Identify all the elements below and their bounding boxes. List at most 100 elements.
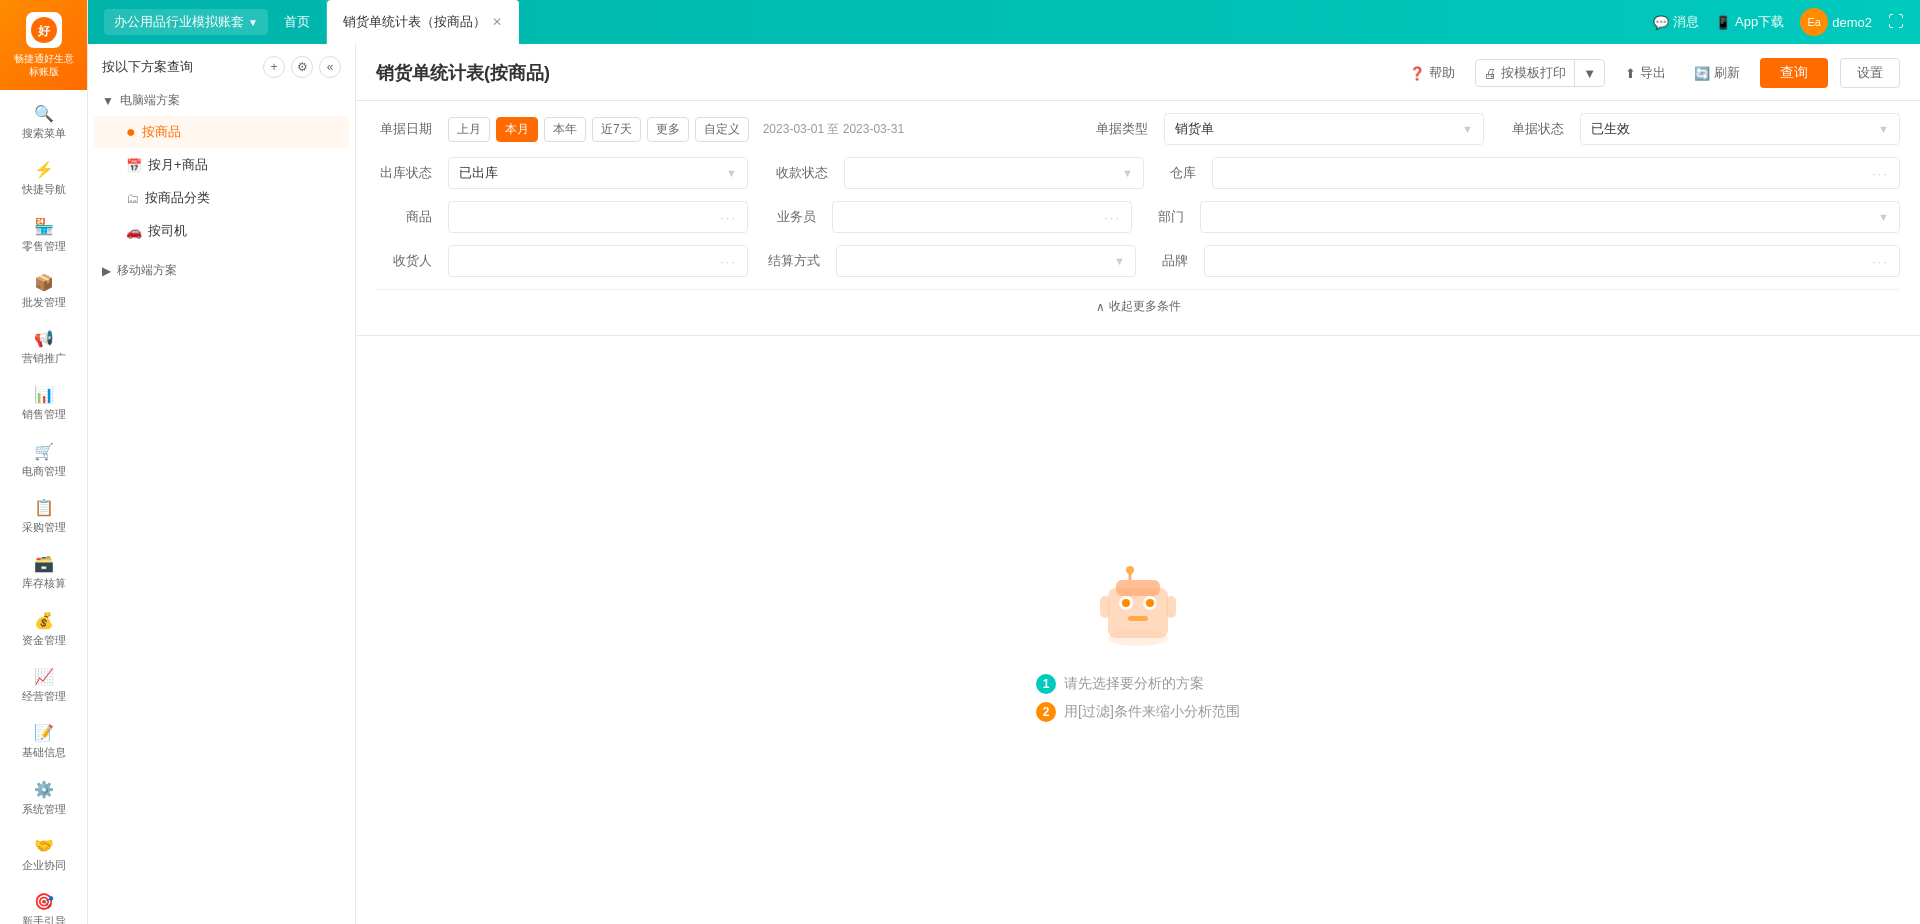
more-date-btn[interactable]: 更多: [647, 117, 689, 142]
sidebar-item-wholesale[interactable]: 📦 批发管理: [0, 263, 87, 319]
product-more-icon: ···: [720, 210, 737, 225]
pc-section-arrow: ▼: [102, 94, 114, 108]
chevron-down-icon: ▼: [248, 17, 258, 28]
maximize-icon[interactable]: ⛶: [1888, 13, 1904, 31]
brand-input[interactable]: ···: [1204, 245, 1900, 277]
help-btn[interactable]: ❓ 帮助: [1401, 60, 1463, 86]
settings-button[interactable]: 设置: [1840, 58, 1900, 88]
svg-text:好: 好: [37, 24, 51, 38]
sidebar-item-label-marketing: 营销推广: [22, 351, 66, 365]
logo-icon: 好: [26, 12, 62, 48]
template-print-btn[interactable]: 🖨 按模板打印: [1476, 60, 1575, 86]
add-scheme-btn[interactable]: +: [263, 56, 285, 78]
scheme-by-cashier[interactable]: 🚗 按司机: [94, 215, 349, 247]
panel-header-actions: + ⚙ «: [263, 56, 341, 78]
mobile-section-label: 移动端方案: [117, 262, 177, 279]
step-1-circle: 1: [1036, 674, 1056, 694]
app-selector[interactable]: 办公用品行业模拟账套 ▼: [104, 9, 268, 35]
sidebar-item-basic[interactable]: 📝 基础信息: [0, 713, 87, 769]
custom-date-btn[interactable]: 自定义: [695, 117, 749, 142]
settlement-label: 结算方式: [764, 252, 820, 270]
collapse-bar[interactable]: ∧ 收起更多条件: [376, 289, 1900, 323]
svg-point-13: [1126, 566, 1134, 574]
last-month-btn[interactable]: 上月: [448, 117, 490, 142]
empty-state: 1 请先选择要分析的方案 2 用[过滤]条件来缩小分析范围: [356, 336, 1920, 924]
topbar-right: 💬 消息 📱 App下载 Ea demo2 ⛶: [1653, 8, 1904, 36]
sidebar-item-guide[interactable]: 🎯 新手引导: [0, 882, 87, 924]
sidebar-item-label-enterprise: 企业协同: [22, 858, 66, 872]
out-status-field: 已出库 ▼: [448, 157, 748, 189]
scheme-by-month-label: 按月+商品: [148, 156, 208, 174]
consignee-input[interactable]: ···: [448, 245, 748, 277]
settlement-dropdown-icon: ▼: [1114, 255, 1125, 267]
svg-rect-9: [1128, 616, 1148, 621]
department-label: 部门: [1148, 208, 1184, 226]
message-btn[interactable]: 💬 消息: [1653, 13, 1699, 31]
sidebar-item-finance[interactable]: 💰 资金管理: [0, 601, 87, 657]
logo-area[interactable]: 好 畅捷通好生意 标账版: [0, 0, 87, 90]
sidebar-item-sales[interactable]: 📊 销售管理: [0, 375, 87, 431]
refresh-icon: 🔄: [1694, 66, 1710, 81]
sidebar-item-marketing[interactable]: 📢 营销推广: [0, 319, 87, 375]
last-7-days-btn[interactable]: 近7天: [592, 117, 641, 142]
sidebar-item-system[interactable]: ⚙️ 系统管理: [0, 770, 87, 826]
user-profile-btn[interactable]: Ea demo2: [1800, 8, 1872, 36]
refresh-btn[interactable]: 🔄 刷新: [1686, 60, 1748, 86]
print-icon: 🖨: [1484, 66, 1497, 81]
scheme-by-month-product[interactable]: 📅 按月+商品: [94, 149, 349, 181]
sidebar-item-ecommerce[interactable]: 🛒 电商管理: [0, 432, 87, 488]
download-icon: 📱: [1715, 15, 1731, 30]
brand-field: ···: [1204, 245, 1900, 277]
sidebar-item-quick-nav[interactable]: ⚡ 快捷导航: [0, 150, 87, 206]
scheme-by-category[interactable]: 🗂 按商品分类: [94, 182, 349, 214]
refresh-label: 刷新: [1714, 64, 1740, 82]
date-filter: 上月 本月 本年 近7天 更多 自定义 2023-03-01 至 2023-03…: [448, 117, 904, 142]
page-actions: ❓ 帮助 🖨 按模板打印 ▼ ⬆ 导出: [1401, 58, 1900, 88]
message-label: 消息: [1673, 13, 1699, 31]
sidebar-item-business[interactable]: 📈 经营管理: [0, 657, 87, 713]
current-year-btn[interactable]: 本年: [544, 117, 586, 142]
sidebar-item-inventory[interactable]: 🗃️ 库存核算: [0, 544, 87, 600]
tab-close-icon[interactable]: ✕: [492, 15, 502, 29]
app-download-btn[interactable]: 📱 App下载: [1715, 13, 1784, 31]
template-print-dropdown-btn[interactable]: ▼: [1575, 62, 1604, 85]
doc-status-value: 已生效: [1591, 120, 1630, 138]
payment-status-input[interactable]: ▼: [844, 157, 1144, 189]
brand-more-icon: ···: [1872, 254, 1889, 269]
tab-home[interactable]: 首页: [268, 0, 327, 44]
doc-type-field: 销货单 ▼: [1164, 113, 1484, 145]
out-status-input[interactable]: 已出库 ▼: [448, 157, 748, 189]
filter-row-3: 商品 ··· 业务员 ··· 部门: [376, 201, 1900, 233]
pc-section-header[interactable]: ▼ 电脑端方案: [88, 86, 355, 115]
salesperson-input[interactable]: ···: [832, 201, 1132, 233]
collapse-panel-btn[interactable]: «: [319, 56, 341, 78]
scheme-by-product[interactable]: ● 按商品: [94, 116, 349, 148]
tab-sales-summary[interactable]: 销货单统计表（按商品） ✕: [327, 0, 519, 44]
doc-status-input[interactable]: 已生效 ▼: [1580, 113, 1900, 145]
panel-title: 按以下方案查询: [102, 58, 193, 76]
query-button[interactable]: 查询: [1760, 58, 1828, 88]
topbar: 办公用品行业模拟账套 ▼ 首页 销货单统计表（按商品） ✕ 💬 消息 📱 App…: [88, 0, 1920, 44]
department-input[interactable]: ▼: [1200, 201, 1900, 233]
sidebar-item-enterprise[interactable]: 🤝 企业协同: [0, 826, 87, 882]
business-icon: 📈: [34, 667, 54, 686]
product-input[interactable]: ···: [448, 201, 748, 233]
scheme-settings-btn[interactable]: ⚙: [291, 56, 313, 78]
sidebar-item-retail[interactable]: 🏪 零售管理: [0, 207, 87, 263]
settlement-input[interactable]: ▼: [836, 245, 1136, 277]
filter-row-4: 收货人 ··· 结算方式 ▼ 品牌: [376, 245, 1900, 277]
date-label: 单据日期: [376, 120, 432, 138]
sidebar-item-purchase[interactable]: 📋 采购管理: [0, 488, 87, 544]
product-label: 商品: [376, 208, 432, 226]
enterprise-icon: 🤝: [34, 836, 54, 855]
app-selector-label: 办公用品行业模拟账套: [114, 13, 244, 31]
current-month-btn[interactable]: 本月: [496, 117, 538, 142]
doc-type-input[interactable]: 销货单 ▼: [1164, 113, 1484, 145]
warehouse-input[interactable]: ···: [1212, 157, 1900, 189]
salesperson-more-icon: ···: [1104, 210, 1121, 225]
mobile-section-header[interactable]: ▶ 移动端方案: [88, 256, 355, 285]
svg-rect-11: [1166, 596, 1176, 618]
sidebar-item-search-menu[interactable]: 🔍 搜索菜单: [0, 94, 87, 150]
export-btn[interactable]: ⬆ 导出: [1617, 60, 1674, 86]
doc-status-dropdown-icon: ▼: [1878, 123, 1889, 135]
